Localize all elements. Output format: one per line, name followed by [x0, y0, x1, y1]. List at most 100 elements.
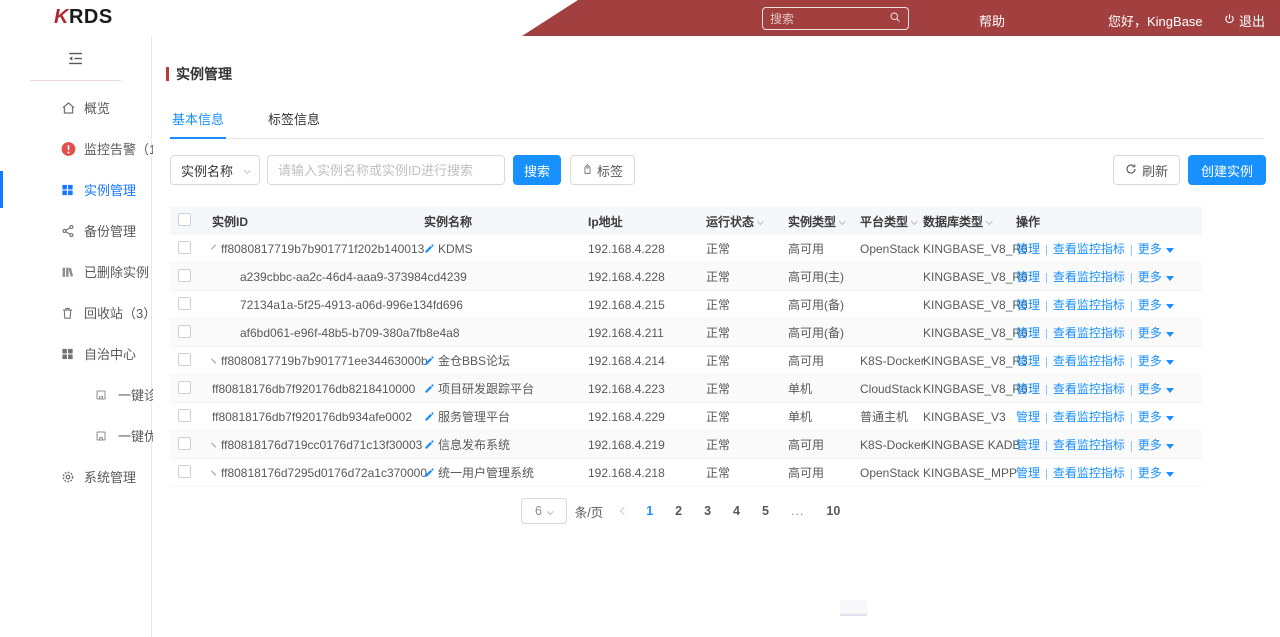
manage-link[interactable]: 管理 — [1016, 408, 1040, 425]
more-link[interactable]: 更多 — [1138, 464, 1174, 481]
row-checkbox[interactable] — [178, 324, 191, 338]
edit-name-icon[interactable] — [424, 383, 435, 394]
manage-link[interactable]: 管理 — [1016, 296, 1040, 313]
manage-link[interactable]: 管理 — [1016, 324, 1040, 341]
create-instance-button[interactable]: 创建实例 — [1187, 155, 1266, 185]
instance-id: ff8080817719b7b901771ee34463000b — [221, 353, 428, 368]
select-all-checkbox[interactable] — [178, 213, 191, 226]
more-link[interactable]: 更多 — [1138, 380, 1174, 397]
monitor-link[interactable]: 查看监控指标 — [1053, 352, 1125, 369]
global-search-input[interactable] — [770, 11, 889, 26]
sidebar-item-system-management[interactable]: 系统管理 — [0, 456, 151, 497]
sidebar-item-alerts[interactable]: 监控告警（15） — [0, 128, 176, 169]
row-checkbox[interactable] — [178, 268, 191, 282]
page-number[interactable]: 10 — [826, 504, 840, 518]
action-separator — [1125, 466, 1138, 480]
monitor-link[interactable]: 查看监控指标 — [1053, 408, 1125, 425]
user-greeting[interactable]: 您好，KingBase — [1108, 11, 1203, 30]
more-link[interactable]: 更多 — [1138, 296, 1174, 313]
monitor-link[interactable]: 查看监控指标 — [1053, 268, 1125, 285]
manage-link[interactable]: 管理 — [1016, 380, 1040, 397]
row-checkbox[interactable] — [178, 408, 191, 422]
col-actions: 操作 — [1016, 214, 1041, 229]
manage-link[interactable]: 管理 — [1016, 268, 1040, 285]
page-ellipsis[interactable]: ... — [791, 504, 804, 518]
instances-table: 实例ID 实例名称 Ip地址 运行状态 实例类型 平台类型 数据库类型 操作 f… — [170, 207, 1202, 487]
manage-link[interactable]: 管理 — [1016, 464, 1040, 481]
prev-page-button[interactable] — [619, 506, 629, 516]
edit-name-icon[interactable] — [424, 355, 435, 366]
col-db-type[interactable]: 数据库类型 — [923, 213, 1016, 230]
caret-down-icon — [1165, 360, 1174, 365]
menu-fold-icon — [67, 52, 84, 70]
more-link[interactable]: 更多 — [1138, 268, 1174, 285]
row-checkbox[interactable] — [178, 464, 191, 478]
edit-name-icon[interactable] — [424, 439, 435, 450]
instance-ip: 192.168.4.215 — [588, 297, 665, 312]
page-size-select[interactable]: 6 — [520, 498, 567, 524]
table-row: ff8080817719b7b901771f202b140013 KDMS 19… — [170, 235, 1202, 263]
power-icon — [1224, 13, 1235, 28]
tab-basic-info[interactable]: 基本信息 — [170, 109, 227, 139]
action-separator — [1125, 326, 1138, 340]
tab-tag-info[interactable]: 标签信息 — [266, 109, 322, 138]
refresh-button[interactable]: 刷新 — [1112, 155, 1180, 185]
sidebar-item-overview[interactable]: 概览 — [0, 87, 151, 128]
monitor-link[interactable]: 查看监控指标 — [1053, 324, 1125, 341]
row-checkbox[interactable] — [178, 240, 191, 254]
sidebar-item-autonomy-center[interactable]: 自治中心 — [0, 333, 151, 374]
col-platform-type[interactable]: 平台类型 — [860, 213, 923, 230]
monitor-link[interactable]: 查看监控指标 — [1053, 296, 1125, 313]
expand-row-icon[interactable] — [211, 442, 216, 447]
page-number[interactable]: 2 — [675, 504, 682, 518]
monitor-link[interactable]: 查看监控指标 — [1053, 240, 1125, 257]
sidebar-item-backup[interactable]: 备份管理 — [0, 210, 151, 251]
global-search[interactable] — [762, 7, 909, 30]
more-link[interactable]: 更多 — [1138, 408, 1174, 425]
more-link[interactable]: 更多 — [1138, 352, 1174, 369]
tag-filter-button[interactable]: 标签 — [570, 155, 636, 185]
row-checkbox[interactable] — [178, 352, 191, 366]
collapse-row-icon[interactable] — [211, 244, 216, 250]
search-button[interactable]: 搜索 — [513, 155, 561, 185]
manage-link[interactable]: 管理 — [1016, 352, 1040, 369]
expand-row-icon[interactable] — [211, 470, 216, 475]
col-status[interactable]: 运行状态 — [706, 213, 788, 230]
platform-type: OpenStack — [860, 465, 920, 480]
edit-name-icon[interactable] — [424, 243, 435, 254]
app-root: KRDS 帮助 您好，KingBase 退出 — [0, 0, 1280, 637]
logout-button[interactable]: 退出 — [1224, 11, 1265, 30]
page-number[interactable]: 5 — [762, 504, 769, 518]
expand-row-icon[interactable] — [211, 358, 216, 363]
col-instance-type[interactable]: 实例类型 — [788, 213, 860, 230]
main-content: 实例管理 基本信息 标签信息 实例名称 搜索 标签 — [153, 36, 1280, 637]
more-link[interactable]: 更多 — [1138, 436, 1174, 453]
row-checkbox[interactable] — [178, 436, 191, 450]
row-checkbox[interactable] — [178, 296, 191, 310]
instance-search-input[interactable] — [267, 155, 505, 185]
row-checkbox[interactable] — [178, 380, 191, 394]
page-size-value: 6 — [534, 504, 542, 518]
page-number[interactable]: 1 — [646, 504, 653, 518]
page-number[interactable]: 4 — [733, 504, 740, 518]
edit-name-icon[interactable] — [424, 467, 435, 478]
sidebar-item-one-key-diagnosis[interactable]: 一键诊断 — [0, 374, 170, 415]
monitor-link[interactable]: 查看监控指标 — [1053, 464, 1125, 481]
monitor-link[interactable]: 查看监控指标 — [1053, 436, 1125, 453]
manage-link[interactable]: 管理 — [1016, 240, 1040, 257]
brand-logo[interactable]: KRDS — [54, 6, 113, 29]
monitor-link[interactable]: 查看监控指标 — [1053, 380, 1125, 397]
platform-type: 普通主机 — [860, 410, 909, 424]
edit-name-icon[interactable] — [424, 411, 435, 422]
help-link[interactable]: 帮助 — [979, 11, 1005, 30]
sidebar-item-one-key-optimization[interactable]: 一键优化 — [0, 415, 170, 456]
sidebar-collapse-button[interactable] — [66, 51, 86, 71]
manage-link[interactable]: 管理 — [1016, 436, 1040, 453]
more-link[interactable]: 更多 — [1138, 240, 1174, 257]
search-field-select[interactable]: 实例名称 — [170, 155, 260, 185]
more-link[interactable]: 更多 — [1138, 324, 1174, 341]
sidebar-item-recycle-bin[interactable]: 回收站（3） — [0, 292, 156, 333]
page-number[interactable]: 3 — [704, 504, 711, 518]
sidebar-item-instances[interactable]: 实例管理 — [0, 169, 151, 210]
sidebar-item-deleted-instances[interactable]: 已删除实例（2） — [0, 251, 182, 292]
